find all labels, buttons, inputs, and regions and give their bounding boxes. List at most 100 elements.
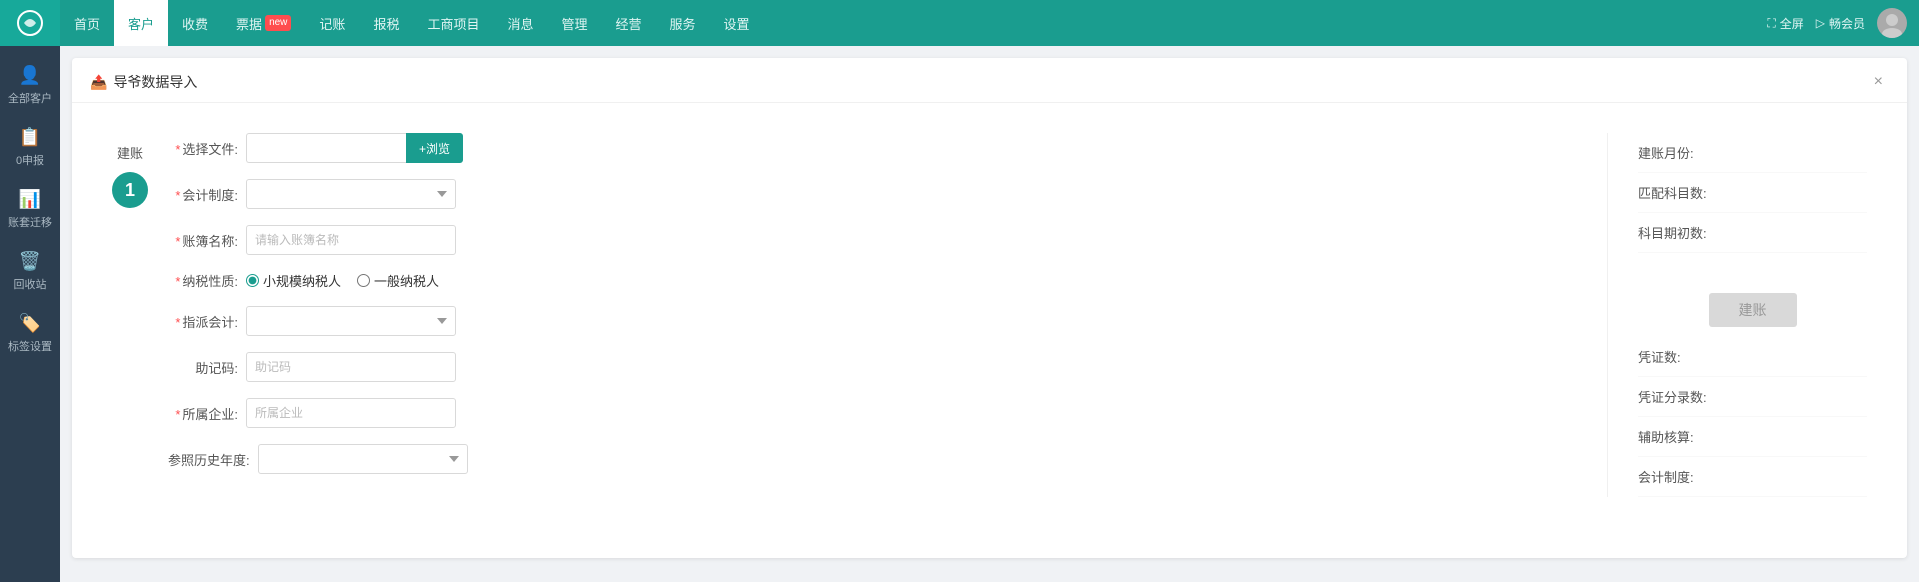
content-area: 📤 导爷数据导入 × 建账 1 <box>60 46 1919 582</box>
build-month-label: 建账月份: <box>1638 143 1728 162</box>
step-section: 建账 1 <box>112 133 148 497</box>
file-input-group: +浏览 <box>246 133 463 163</box>
tax-type-radio-group: 小规模纳税人 一般纳税人 <box>246 271 439 290</box>
tax-type-general-label: 一般纳税人 <box>374 271 439 290</box>
memo-input[interactable] <box>246 352 456 382</box>
build-month-row: 建账月份: <box>1638 133 1867 173</box>
nav-right: ⛶ 全屏 ▷ 畅会员 <box>1767 8 1919 38</box>
voucher-count-label: 凭证数: <box>1638 347 1728 366</box>
form-right: 建账月份: 匹配科目数: 科目期初数: 建账 <box>1607 133 1867 497</box>
nav-item-customer[interactable]: 客户 <box>114 0 168 46</box>
browse-button[interactable]: +浏览 <box>406 133 463 163</box>
nav-item-message[interactable]: 消息 <box>493 0 547 46</box>
build-account-button[interactable]: 建账 <box>1709 293 1797 327</box>
tax-type-small-radio[interactable] <box>246 274 259 287</box>
voucher-entries-row: 凭证分录数: <box>1638 377 1867 417</box>
nav-item-finance[interactable]: 经营 <box>602 0 656 46</box>
all-customers-icon: 👤 <box>19 64 41 86</box>
match-subjects-label: 匹配科目数: <box>1638 183 1728 202</box>
memo-row: 助记码: <box>168 352 1577 382</box>
ref-year-select[interactable] <box>258 444 468 474</box>
required-star-4: * <box>175 274 180 289</box>
sidebar-item-all-customers[interactable]: 👤 全部客户 <box>0 54 60 116</box>
sidebar-item-recycle[interactable]: 🗑️回收站 <box>0 240 60 302</box>
right-accounting-system-row: 会计制度: <box>1638 457 1867 497</box>
all-customers-label: 全部客户 <box>8 90 52 106</box>
account-migration-label: 账套迁移 <box>8 214 52 230</box>
nav-item-home[interactable]: 首页 <box>60 0 114 46</box>
accountant-row: *指派会计: <box>168 306 1577 336</box>
fullscreen-icon: ⛶ <box>1767 16 1775 31</box>
nav-item-bizproject[interactable]: 工商项目 <box>413 0 493 46</box>
nav-item-service[interactable]: 服务 <box>656 0 710 46</box>
tax-type-general[interactable]: 一般纳税人 <box>357 271 439 290</box>
accounting-system-row: *会计制度: <box>168 179 1577 209</box>
tax-type-small-label: 小规模纳税人 <box>263 271 341 290</box>
tag-settings-icon: 🏷️ <box>19 312 41 334</box>
logo <box>0 0 60 46</box>
panel: 📤 导爷数据导入 × 建账 1 <box>72 58 1907 558</box>
tax-type-row: *纳税性质: 小规模纳税人 一般纳税人 <box>168 271 1577 290</box>
declarations-label: 0申报 <box>16 152 44 168</box>
vip-btn[interactable]: ▷ 畅会员 <box>1816 15 1865 32</box>
declarations-icon: 📋 <box>19 126 41 148</box>
file-text-input[interactable] <box>246 133 406 163</box>
close-button[interactable]: × <box>1868 72 1889 92</box>
required-star-6: * <box>175 407 180 422</box>
account-migration-icon: 📊 <box>19 188 41 210</box>
file-label: *选择文件: <box>168 139 238 158</box>
right-accounting-system-label: 会计制度: <box>1638 467 1728 486</box>
nav-item-settings[interactable]: 设置 <box>710 0 764 46</box>
company-input[interactable] <box>246 398 456 428</box>
nav-item-manage[interactable]: 管理 <box>547 0 601 46</box>
fullscreen-label: 全屏 <box>1780 15 1804 32</box>
memo-label: 助记码: <box>168 358 238 377</box>
aux-accounting-row: 辅助核算: <box>1638 417 1867 457</box>
company-row: *所属企业: <box>168 398 1577 428</box>
panel-title: 📤 导爷数据导入 <box>90 72 197 92</box>
panel-title-icon: 📤 <box>90 74 107 91</box>
top-nav: 首页客户收费票据new记账报税工商项目消息管理经营服务设置 ⛶ 全屏 ▷ 畅会员 <box>0 0 1919 46</box>
step-badge: 1 <box>112 172 148 208</box>
required-star: * <box>175 142 180 157</box>
nav-badge-invoice: new <box>265 15 291 31</box>
tax-type-small[interactable]: 小规模纳税人 <box>246 271 341 290</box>
panel-title-text: 导爷数据导入 <box>113 72 197 92</box>
match-subjects-row: 匹配科目数: <box>1638 173 1867 213</box>
required-star-2: * <box>175 188 180 203</box>
accountant-select[interactable] <box>246 306 456 336</box>
file-select-row: *选择文件: +浏览 <box>168 133 1577 163</box>
avatar[interactable] <box>1877 8 1907 38</box>
company-label: *所属企业: <box>168 404 238 423</box>
ledger-name-row: *账簿名称: <box>168 225 1577 255</box>
sidebar-item-declarations[interactable]: 📋 0申报 <box>0 116 60 178</box>
accountant-label: *指派会计: <box>168 312 238 331</box>
nav-item-billing[interactable]: 收费 <box>168 0 222 46</box>
tax-type-label: *纳税性质: <box>168 271 238 290</box>
ref-year-label: 参照历史年度: <box>168 450 250 469</box>
nav-item-ledger[interactable]: 记账 <box>305 0 359 46</box>
ledger-name-input[interactable] <box>246 225 456 255</box>
vip-icon: ▷ <box>1816 16 1825 30</box>
ref-year-row: 参照历史年度: <box>168 444 1577 474</box>
nav-items: 首页客户收费票据new记账报税工商项目消息管理经营服务设置 <box>60 0 1767 46</box>
fullscreen-btn[interactable]: ⛶ 全屏 <box>1767 15 1803 32</box>
main-layout: 👤 全部客户 📋 0申报 📊 账套迁移 🗑️回收站 🏷️ 标签设置 📤 导爷数据导入 × 建账 … <box>0 46 1919 582</box>
aux-accounting-label: 辅助核算: <box>1638 427 1728 446</box>
sidebar: 👤 全部客户 📋 0申报 📊 账套迁移 🗑️回收站 🏷️ 标签设置 <box>0 46 60 582</box>
required-star-5: * <box>175 315 180 330</box>
sidebar-item-tag-settings[interactable]: 🏷️ 标签设置 <box>0 302 60 364</box>
panel-header: 📤 导爷数据导入 × <box>72 58 1907 103</box>
nav-item-tax[interactable]: 报税 <box>359 0 413 46</box>
ledger-name-label: *账簿名称: <box>168 231 238 250</box>
sidebar-item-account-migration[interactable]: 📊 账套迁移 <box>0 178 60 240</box>
accounting-system-select[interactable] <box>246 179 456 209</box>
required-star-3: * <box>175 234 180 249</box>
nav-item-invoice[interactable]: 票据new <box>222 0 305 46</box>
subject-initial-label: 科目期初数: <box>1638 223 1728 242</box>
form-fields: *选择文件: +浏览 *会计制度: <box>168 133 1577 497</box>
tag-settings-label: 标签设置 <box>8 338 52 354</box>
tax-type-general-radio[interactable] <box>357 274 370 287</box>
form-content: 建账 1 *选择文件: +浏览 <box>72 103 1907 527</box>
vip-label: 畅会员 <box>1829 15 1865 32</box>
